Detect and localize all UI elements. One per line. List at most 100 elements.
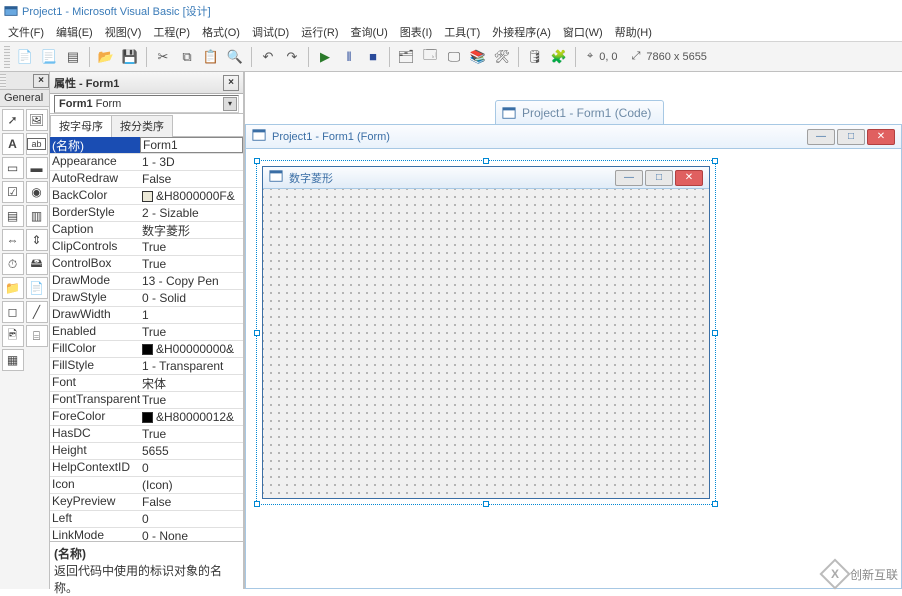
checkbox-tool[interactable]: ☑ <box>2 181 24 203</box>
commandbutton-tool[interactable]: ▬ <box>26 157 48 179</box>
open-button[interactable]: 📂 <box>95 46 117 68</box>
resize-handle-se[interactable] <box>712 501 718 507</box>
copy-button[interactable]: ⧉ <box>176 46 198 68</box>
optionbutton-tool[interactable]: ◉ <box>26 181 48 203</box>
menu-help[interactable]: 帮助(H) <box>609 22 658 42</box>
property-value[interactable]: 5655 <box>140 443 243 459</box>
object-selector[interactable]: Form1 Form ▾ <box>54 95 239 113</box>
property-value[interactable]: True <box>140 392 243 408</box>
close-button[interactable]: ✕ <box>867 129 895 145</box>
toolbar-grip[interactable] <box>4 46 10 68</box>
label-tool[interactable]: A <box>2 133 24 155</box>
paste-button[interactable]: 📋 <box>200 46 222 68</box>
property-value[interactable]: True <box>140 426 243 442</box>
property-value[interactable]: &H8000000F& <box>140 188 243 204</box>
property-value[interactable]: 数字菱形 <box>140 222 243 238</box>
property-row[interactable]: Font宋体 <box>50 375 243 392</box>
image-tool[interactable]: 🖻 <box>2 325 24 347</box>
property-value[interactable]: 宋体 <box>140 375 243 391</box>
form-layout-button[interactable]: 🖵 <box>443 46 465 68</box>
resize-handle-n[interactable] <box>483 158 489 164</box>
form1[interactable]: 数字菱形 — □ ✕ <box>262 166 710 499</box>
property-value[interactable]: 1 - 3D <box>140 154 243 170</box>
form1-minimize-button[interactable]: — <box>615 170 643 186</box>
property-value[interactable]: &H80000012& <box>140 409 243 425</box>
property-value[interactable]: &H00000000& <box>140 341 243 357</box>
property-row[interactable]: HasDCTrue <box>50 426 243 443</box>
find-button[interactable]: 🔍 <box>224 46 246 68</box>
frame-tool[interactable]: ▭ <box>2 157 24 179</box>
property-row[interactable]: DrawWidth1 <box>50 307 243 324</box>
property-row[interactable]: BackColor&H8000000F& <box>50 188 243 205</box>
resize-handle-e[interactable] <box>712 330 718 336</box>
menu-editor-button[interactable]: ▤ <box>62 46 84 68</box>
properties-close-button[interactable]: × <box>223 75 239 91</box>
property-value[interactable]: 0 <box>140 460 243 476</box>
property-row[interactable]: Appearance1 - 3D <box>50 154 243 171</box>
menu-query[interactable]: 查询(U) <box>345 22 394 42</box>
undo-button[interactable]: ↶ <box>257 46 279 68</box>
property-value[interactable]: True <box>140 239 243 255</box>
menu-tools[interactable]: 工具(T) <box>438 22 486 42</box>
object-browser-button[interactable]: 📚 <box>467 46 489 68</box>
vscrollbar-tool[interactable]: ⇕ <box>26 229 48 251</box>
resize-handle-nw[interactable] <box>254 158 260 164</box>
property-row[interactable]: Icon(Icon) <box>50 477 243 494</box>
shape-tool[interactable]: ◻ <box>2 301 24 323</box>
minimize-button[interactable]: — <box>807 129 835 145</box>
code-window-tab[interactable]: Project1 - Form1 (Code) <box>495 100 664 124</box>
property-row[interactable]: FillColor&H00000000& <box>50 341 243 358</box>
resize-handle-w[interactable] <box>254 330 260 336</box>
stop-button[interactable]: ■ <box>362 46 384 68</box>
property-row[interactable]: ClipControlsTrue <box>50 239 243 256</box>
run-button[interactable]: ▶ <box>314 46 336 68</box>
tab-alphabetic[interactable]: 按字母序 <box>50 115 112 137</box>
form1-close-button[interactable]: ✕ <box>675 170 703 186</box>
ole-tool[interactable]: ▦ <box>2 349 24 371</box>
designer-titlebar[interactable]: Project1 - Form1 (Form) — □ ✕ <box>246 125 901 149</box>
data-view-button[interactable]: 🛢 <box>524 46 546 68</box>
property-row[interactable]: BorderStyle2 - Sizable <box>50 205 243 222</box>
menu-addins[interactable]: 外接程序(A) <box>486 22 557 42</box>
property-row[interactable]: Left0 <box>50 511 243 528</box>
menu-file[interactable]: 文件(F) <box>2 22 50 42</box>
cut-button[interactable]: ✂ <box>152 46 174 68</box>
drivelistbox-tool[interactable]: 🖴 <box>26 253 48 275</box>
property-value[interactable]: False <box>140 494 243 510</box>
hscrollbar-tool[interactable]: ⇔ <box>2 229 24 251</box>
property-row[interactable]: DrawMode13 - Copy Pen <box>50 273 243 290</box>
project-explorer-button[interactable]: 🗂 <box>395 46 417 68</box>
resize-handle-s[interactable] <box>483 501 489 507</box>
timer-tool[interactable]: ⏱ <box>2 253 24 275</box>
add-form-button[interactable]: 📃 <box>38 46 60 68</box>
form1-titlebar[interactable]: 数字菱形 — □ ✕ <box>263 167 709 189</box>
property-row[interactable]: EnabledTrue <box>50 324 243 341</box>
property-value[interactable]: False <box>140 171 243 187</box>
property-value[interactable]: 0 <box>140 511 243 527</box>
property-value[interactable]: 2 - Sizable <box>140 205 243 221</box>
toolbox-button[interactable]: 🛠 <box>491 46 513 68</box>
property-row[interactable]: FillStyle1 - Transparent <box>50 358 243 375</box>
picturebox-tool[interactable]: 🖼 <box>26 109 48 131</box>
dirlistbox-tool[interactable]: 📁 <box>2 277 24 299</box>
redo-button[interactable]: ↷ <box>281 46 303 68</box>
form1-maximize-button[interactable]: □ <box>645 170 673 186</box>
menu-edit[interactable]: 编辑(E) <box>50 22 99 42</box>
design-surface[interactable]: 数字菱形 — □ ✕ <box>256 160 891 578</box>
properties-window-button[interactable]: 🗔 <box>419 46 441 68</box>
property-row[interactable]: (名称)Form1 <box>50 137 243 154</box>
property-row[interactable]: Caption数字菱形 <box>50 222 243 239</box>
property-row[interactable]: DrawStyle0 - Solid <box>50 290 243 307</box>
property-value[interactable]: 1 <box>140 307 243 323</box>
textbox-tool[interactable]: ab <box>26 133 48 155</box>
menu-run[interactable]: 运行(R) <box>295 22 344 42</box>
menu-window[interactable]: 窗口(W) <box>557 22 609 42</box>
resize-handle-ne[interactable] <box>712 158 718 164</box>
property-row[interactable]: LinkMode0 - None <box>50 528 243 541</box>
save-button[interactable]: 💾 <box>119 46 141 68</box>
chevron-down-icon[interactable]: ▾ <box>223 97 237 111</box>
filelistbox-tool[interactable]: 📄 <box>26 277 48 299</box>
menu-debug[interactable]: 调试(D) <box>246 22 295 42</box>
menu-diagram[interactable]: 图表(I) <box>394 22 438 42</box>
combobox-tool[interactable]: ▤ <box>2 205 24 227</box>
